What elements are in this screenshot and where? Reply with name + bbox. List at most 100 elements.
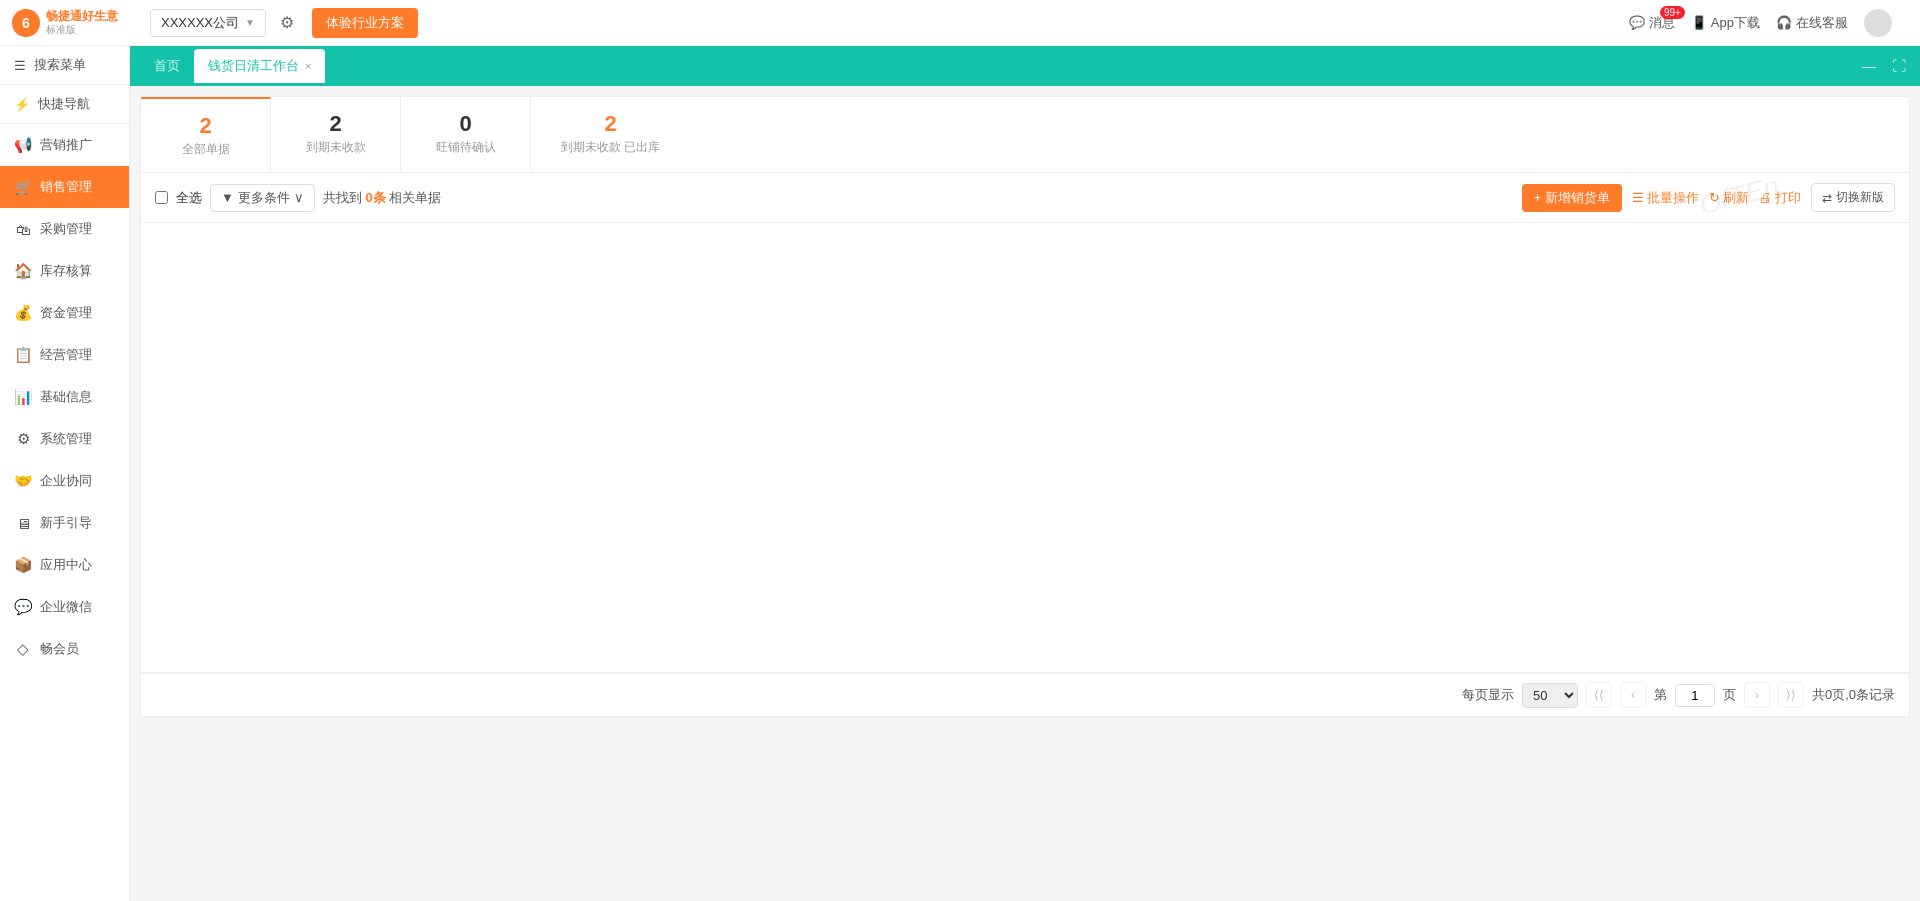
member-icon: ◇ xyxy=(14,640,32,658)
sidebar-item-operations[interactable]: 📋 经营管理 xyxy=(0,334,129,376)
purchase-icon: 🛍 xyxy=(14,221,32,238)
filter-icon: ▼ xyxy=(221,190,234,205)
online-service-label: 在线客服 xyxy=(1796,14,1848,32)
sidebar-item-guide[interactable]: 🖥 新手引导 xyxy=(0,502,129,544)
tab-close-icon[interactable]: × xyxy=(305,60,311,72)
switch-icon: ⇄ xyxy=(1822,191,1832,205)
search-menu-label: 搜索菜单 xyxy=(34,56,86,74)
stat-tab-pending[interactable]: 0 旺铺待确认 xyxy=(401,97,531,172)
sidebar-item-label: 基础信息 xyxy=(40,388,92,406)
search-icon: ☰ xyxy=(14,58,26,73)
sidebar-item-label: 新手引导 xyxy=(40,514,92,532)
sidebar-item-finance[interactable]: 💰 资金管理 xyxy=(0,292,129,334)
more-filter-button[interactable]: ▼ 更多条件 ∨ xyxy=(210,184,315,212)
wechat-icon: 💬 xyxy=(14,598,32,616)
logo-text: 畅捷通好生意 标准版 xyxy=(46,9,118,35)
first-page-button[interactable]: ⟨⟨ xyxy=(1586,682,1612,708)
stat-label-all: 全部单据 xyxy=(171,141,240,158)
sidebar-item-label: 资金管理 xyxy=(40,304,92,322)
settings-icon[interactable]: ⚙ xyxy=(272,8,302,38)
collaboration-icon: 🤝 xyxy=(14,472,32,490)
add-sale-order-button[interactable]: + 新增销货单 xyxy=(1522,184,1622,212)
sidebar-item-member[interactable]: ◇ 畅会员 xyxy=(0,628,129,670)
sidebar-item-label: 采购管理 xyxy=(40,220,92,238)
stat-label-shipped: 到期未收款 已出库 xyxy=(561,139,660,156)
print-button[interactable]: 🖨 打印 xyxy=(1759,189,1801,207)
sidebar-item-marketing[interactable]: 📢 营销推广 xyxy=(0,124,129,166)
quick-nav-icon: ⚡ xyxy=(14,97,30,112)
sidebar-item-label: 应用中心 xyxy=(40,556,92,574)
sidebar-item-system[interactable]: ⚙ 系统管理 xyxy=(0,418,129,460)
message-badge: 99+ xyxy=(1660,6,1685,19)
sidebar-item-label: 销售管理 xyxy=(40,178,92,196)
app-download-item[interactable]: 📱 App下载 xyxy=(1691,14,1760,32)
stat-tab-all[interactable]: 2 全部单据 xyxy=(141,97,271,172)
page-label: 第 xyxy=(1654,686,1667,704)
batch-operation-button[interactable]: ☰ 批量操作 xyxy=(1632,189,1699,207)
sidebar-item-wechat[interactable]: 💬 企业微信 xyxy=(0,586,129,628)
sidebar-item-label: 畅会员 xyxy=(40,640,79,658)
sidebar-item-purchase[interactable]: 🛍 采购管理 xyxy=(0,208,129,250)
operations-icon: 📋 xyxy=(14,346,32,364)
top-header: 6 畅捷通好生意 标准版 XXXXXX公司 ▼ ⚙ 体验行业方案 💬 消息 99… xyxy=(0,0,1920,46)
page-number-input[interactable] xyxy=(1675,684,1715,707)
sidebar-item-collaboration[interactable]: 🤝 企业协同 xyxy=(0,460,129,502)
select-all-checkbox[interactable] xyxy=(155,191,168,204)
stat-tab-overdue[interactable]: 2 到期未收款 xyxy=(271,97,401,172)
stat-num-all: 2 xyxy=(171,113,240,139)
next-page-button[interactable]: › xyxy=(1744,682,1770,708)
page-suffix: 页 xyxy=(1723,686,1736,704)
tab-work-bench[interactable]: 钱货日清工作台 × xyxy=(194,49,325,83)
sales-icon: 🛒 xyxy=(14,178,32,196)
service-icon: 🎧 xyxy=(1776,15,1792,30)
last-page-button[interactable]: ⟩⟩ xyxy=(1778,682,1804,708)
finance-icon: 💰 xyxy=(14,304,32,322)
minimize-icon[interactable]: — xyxy=(1858,54,1880,78)
stat-label-pending: 旺铺待确认 xyxy=(431,139,500,156)
prev-page-button[interactable]: ‹ xyxy=(1620,682,1646,708)
company-selector[interactable]: XXXXXX公司 ▼ xyxy=(150,9,266,37)
refresh-icon: ↻ xyxy=(1709,190,1720,205)
maximize-icon[interactable]: ⛶ xyxy=(1888,54,1910,78)
quick-nav-item[interactable]: ⚡ 快捷导航 xyxy=(0,85,129,124)
guide-icon: 🖥 xyxy=(14,515,32,532)
avatar[interactable] xyxy=(1864,9,1892,37)
try-industry-button[interactable]: 体验行业方案 xyxy=(312,8,418,38)
sidebar-item-app-center[interactable]: 📦 应用中心 xyxy=(0,544,129,586)
online-service-item[interactable]: 🎧 在线客服 xyxy=(1776,14,1848,32)
per-page-select[interactable]: 50 10 20 100 xyxy=(1522,683,1578,708)
company-name: XXXXXX公司 xyxy=(161,14,239,32)
quick-nav-label: 快捷导航 xyxy=(38,95,90,113)
sidebar-item-label: 经营管理 xyxy=(40,346,92,364)
marketing-icon: 📢 xyxy=(14,136,32,154)
stat-num-shipped: 2 xyxy=(561,111,660,137)
stat-tab-shipped[interactable]: 2 到期未收款 已出库 xyxy=(531,97,690,172)
filter-arrow-icon: ∨ xyxy=(294,190,304,205)
stat-num-pending: 0 xyxy=(431,111,500,137)
message-item[interactable]: 💬 消息 99+ xyxy=(1629,14,1675,32)
toolbar-right: + 新增销货单 ☰ 批量操作 ↻ 刷新 🖨 打印 ⇄ 切换新版 xyxy=(1522,183,1895,212)
per-page-label: 每页显示 xyxy=(1462,686,1514,704)
switch-version-button[interactable]: ⇄ 切换新版 xyxy=(1811,183,1895,212)
sidebar-item-label: 营销推广 xyxy=(40,136,92,154)
tab-home[interactable]: 首页 xyxy=(140,49,194,83)
toolbar-left: 全选 ▼ 更多条件 ∨ 共找到 0条 相关单据 xyxy=(155,184,441,212)
toolbar: 全选 ▼ 更多条件 ∨ 共找到 0条 相关单据 + 新增销货单 ☰ 批量操作 ↻… xyxy=(140,173,1910,223)
app-center-icon: 📦 xyxy=(14,556,32,574)
refresh-button[interactable]: ↻ 刷新 xyxy=(1709,189,1749,207)
sidebar-item-label: 企业协同 xyxy=(40,472,92,490)
sidebar-item-sales[interactable]: 🛒 销售管理 xyxy=(0,166,129,208)
header-right: 💬 消息 99+ 📱 App下载 🎧 在线客服 xyxy=(1629,9,1908,37)
pagination-bar: 每页显示 50 10 20 100 ⟨⟨ ‹ 第 页 › ⟩⟩ 共0页,0条记录 xyxy=(140,673,1910,717)
print-icon: 🖨 xyxy=(1759,190,1772,205)
basic-info-icon: 📊 xyxy=(14,388,32,406)
logo-title: 畅捷通好生意 xyxy=(46,9,118,23)
sidebar-item-inventory[interactable]: 🏠 库存核算 xyxy=(0,250,129,292)
app-download-icon: 📱 xyxy=(1691,15,1707,30)
sidebar-item-basic-info[interactable]: 📊 基础信息 xyxy=(0,376,129,418)
search-menu-item[interactable]: ☰ 搜索菜单 xyxy=(0,46,129,85)
found-count: 0条 xyxy=(366,190,386,205)
inventory-icon: 🏠 xyxy=(14,262,32,280)
logo-area: 6 畅捷通好生意 标准版 xyxy=(12,9,142,37)
dropdown-arrow-icon: ▼ xyxy=(245,17,255,28)
